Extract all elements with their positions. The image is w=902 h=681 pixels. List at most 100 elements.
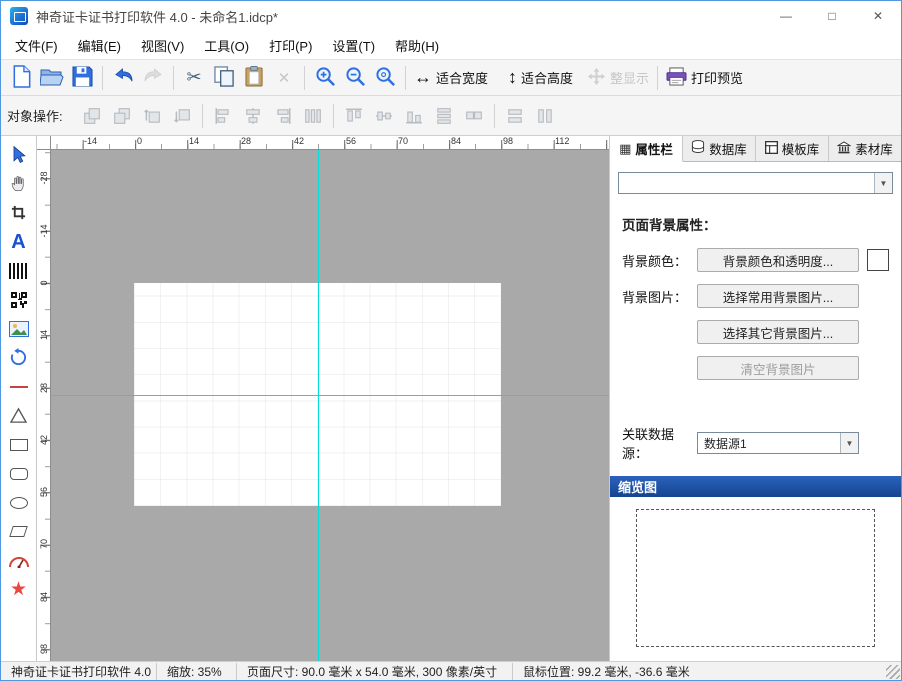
zoom-tool-button[interactable] [370,63,400,93]
status-page-size: 页面尺寸: 90.0 毫米 x 54.0 毫米, 300 像素/英寸 [236,663,512,680]
send-to-back-button[interactable] [109,103,135,129]
horizontal-guide-line [51,395,609,396]
bg-color-button[interactable]: 背景颜色和透明度... [697,248,859,272]
object-selector-combobox[interactable]: ▼ [618,172,893,194]
tab-database[interactable]: 数据库 [683,136,756,161]
bring-to-front-icon [83,107,101,125]
menu-help[interactable]: 帮助(H) [385,32,449,59]
parallelogram-icon [9,526,28,537]
whole-view-button[interactable]: 整显示 [584,63,652,93]
tab-materials[interactable]: 素材库 [829,136,901,161]
gauge-tool[interactable] [4,546,34,575]
choose-common-bg-button[interactable]: 选择常用背景图片... [697,284,859,308]
align-center-horizontal-button[interactable] [240,103,266,129]
tool-palette: A ★ [1,136,37,661]
toolbar-separator [304,66,305,90]
qrcode-icon [11,292,27,308]
toolbar-separator [202,104,203,128]
parallelogram-tool[interactable] [4,517,34,546]
canvas-zone: -14 0 14 28 42 56 70 84 98 112 -28 -14 0… [37,136,609,661]
qrcode-tool[interactable] [4,285,34,314]
choose-other-bg-button[interactable]: 选择其它背景图片... [697,320,859,344]
copy-button[interactable] [209,63,239,93]
barcode-tool[interactable] [4,256,34,285]
rounded-rectangle-icon [10,468,28,480]
open-button[interactable] [37,63,67,93]
toolbar-separator [405,66,406,90]
cut-button[interactable]: ✂ [179,63,209,93]
resize-grip[interactable] [886,665,900,679]
hand-tool[interactable] [4,169,34,198]
gauge-icon [8,554,30,568]
fit-height-button[interactable]: ↕ 适合高度 [505,63,576,93]
fit-width-button[interactable]: ↔ 适合宽度 [411,63,491,93]
toolbar-separator [333,104,334,128]
align-left-button[interactable] [210,103,236,129]
image-tool[interactable] [4,314,34,343]
menu-view[interactable]: 视图(V) [131,32,194,59]
template-icon [765,141,778,157]
ellipse-tool[interactable] [4,488,34,517]
fit-height-label: 适合高度 [521,68,573,87]
line-tool[interactable] [4,372,34,401]
paste-button[interactable] [239,63,269,93]
maximize-button[interactable]: □ [809,1,855,31]
zoom-out-button[interactable] [340,63,370,93]
bring-forward-button[interactable] [139,103,165,129]
rectangle-tool[interactable] [4,430,34,459]
send-to-back-icon [113,107,131,125]
same-size-button[interactable] [461,103,487,129]
menu-tools[interactable]: 工具(O) [194,32,259,59]
chevron-down-icon[interactable]: ▼ [874,173,892,193]
new-document-icon [12,65,32,91]
print-preview-button[interactable]: 打印预览 [663,63,746,93]
datasource-row: 关联数据源： 数据源1 ▼ [618,424,893,462]
ruler-number: 112 [555,136,569,146]
text-tool[interactable]: A [4,227,34,256]
redo-button[interactable] [138,63,168,93]
same-height-button[interactable] [532,103,558,129]
close-button[interactable]: ✕ [855,1,901,31]
thumbnail-preview [636,509,875,647]
chevron-down-icon[interactable]: ▼ [840,433,858,453]
rotate-tool[interactable] [4,343,34,372]
distribute-horizontal-button[interactable] [300,103,326,129]
align-top-button[interactable] [341,103,367,129]
align-right-button[interactable] [270,103,296,129]
clear-bg-button[interactable]: 清空背景图片 [697,356,859,380]
bring-to-front-button[interactable] [79,103,105,129]
crop-tool[interactable] [4,198,34,227]
undo-button[interactable] [108,63,138,93]
same-width-button[interactable] [502,103,528,129]
new-button[interactable] [7,63,37,93]
datasource-select[interactable]: 数据源1 ▼ [697,432,859,454]
minimize-button[interactable]: — [763,1,809,31]
triangle-tool[interactable] [4,401,34,430]
delete-button[interactable]: ✕ [269,63,299,93]
align-top-icon [345,107,363,125]
align-middle-button[interactable] [371,103,397,129]
ruler-number: 70 [38,531,50,557]
title-bar: 神奇证卡证书打印软件 4.0 - 未命名1.idcp* — □ ✕ [1,1,901,31]
design-canvas[interactable] [51,150,609,661]
rounded-rect-tool[interactable] [4,459,34,488]
save-button[interactable] [67,63,97,93]
menu-print[interactable]: 打印(P) [259,32,322,59]
properties-panel: ▼ 页面背景属性： 背景颜色： 背景颜色和透明度... 背景图片： 选择常用背景… [610,162,901,661]
send-backward-button[interactable] [169,103,195,129]
tab-templates[interactable]: 模板库 [756,136,829,161]
tab-label: 属性栏 [635,139,673,158]
menu-edit[interactable]: 编辑(E) [68,32,131,59]
menu-file[interactable]: 文件(F) [5,32,68,59]
ruler-number: -14 [84,136,97,146]
tab-properties[interactable]: ▦ 属性栏 [610,136,683,162]
star-tool[interactable]: ★ [4,575,34,604]
menu-settings[interactable]: 设置(T) [322,32,385,59]
redo-icon [142,67,165,89]
datasource-label: 关联数据源： [618,424,697,462]
align-bottom-button[interactable] [401,103,427,129]
distribute-vertical-button[interactable] [431,103,457,129]
open-folder-icon [40,66,64,89]
select-tool[interactable] [4,140,34,169]
zoom-in-button[interactable] [310,63,340,93]
